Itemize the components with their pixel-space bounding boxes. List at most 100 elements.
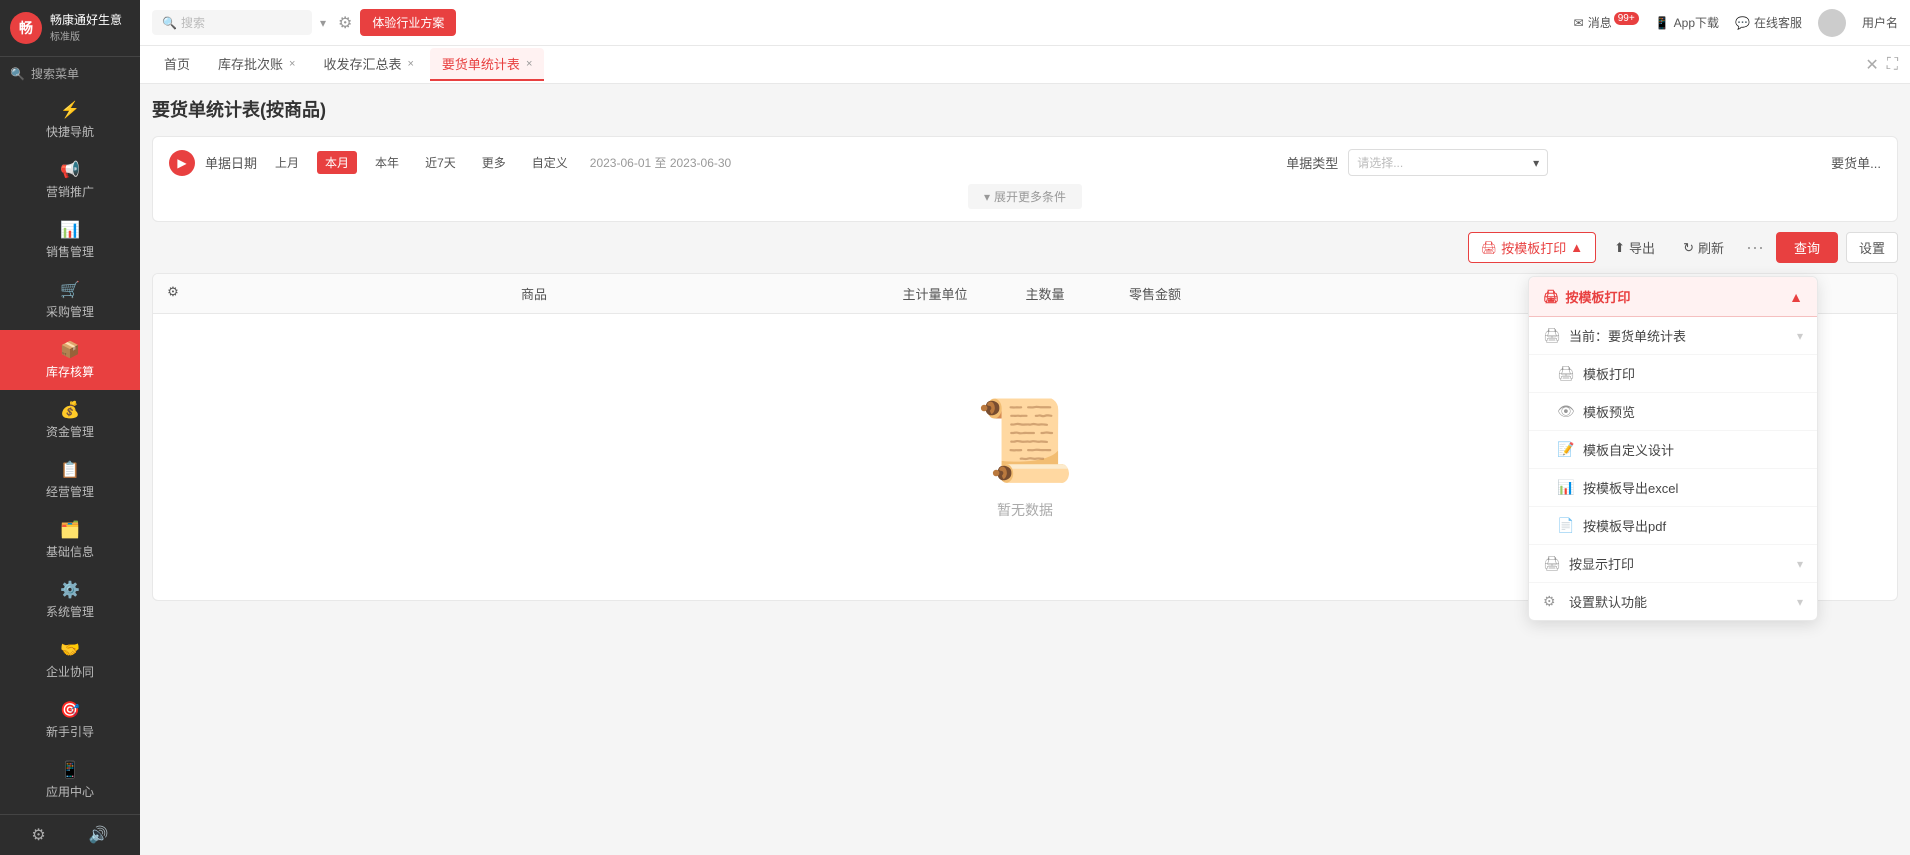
dropdown-close-button[interactable]: ▲ [1789,289,1803,305]
sidebar-item-label: 营销推广 [46,183,94,200]
message-action[interactable]: ✉ 消息 99+ [1574,14,1639,31]
date-btn-this-year[interactable]: 本年 [367,151,407,174]
export-button[interactable]: ⬆ 导出 [1604,233,1665,262]
th-product: 商品 [193,284,875,303]
sidebar-item-marketing[interactable]: 📢 营销推广 [0,150,140,210]
th-settings[interactable]: ⚙ [153,284,193,303]
export-label: 导出 [1629,238,1655,257]
sidebar-item-label: 快捷导航 [46,123,94,140]
sound-icon[interactable]: 🔊 [89,825,109,845]
sidebar-item-sales[interactable]: 📊 销售管理 [0,210,140,270]
dropdown-panel: 🖨 按模板打印 ▲ 🖨 当前：要货单统计表 ▾ 🖨 模板打印 [1528,276,1818,621]
printer-icon: 🖨 [1481,240,1498,256]
message-label: 消息 [1588,14,1612,31]
expand-more-btn[interactable]: ▾ 展开更多条件 [968,184,1082,209]
dropdown-template-export-excel[interactable]: 📊 按模板导出excel [1529,469,1817,507]
online-service-action[interactable]: 💬 在线客服 [1735,14,1802,31]
dropdown-template-design[interactable]: 📝 模板自定义设计 [1529,431,1817,469]
tab-order-stats[interactable]: 要货单统计表 × [430,48,544,81]
date-btn-more[interactable]: 更多 [474,151,514,174]
sidebar-item-purchase[interactable]: 🛒 采购管理 [0,270,140,330]
tab-receivable-summary-close[interactable]: × [407,58,413,70]
sidebar-item-apps[interactable]: 📱 应用中心 [0,750,140,810]
dropdown-current-item[interactable]: 🖨 当前：要货单统计表 ▾ [1529,317,1817,355]
tab-inventory-batch-close[interactable]: × [289,58,295,70]
dropdown-icon[interactable]: ▾ [320,16,326,30]
template-design-label: 模板自定义设计 [1583,440,1674,459]
sidebar-nav: ⚡ 快捷导航 📢 营销推广 📊 销售管理 🛒 采购管理 📦 库存核算 💰 资金管… [0,90,140,814]
tab-inventory-batch-label: 库存批次账 [218,54,283,73]
type-select-placeholder: 请选择... [1357,154,1403,171]
topbar-search[interactable]: 🔍 搜索 [152,10,312,35]
date-btn-last-7[interactable]: 近7天 [417,151,464,174]
select-chevron-icon: ▾ [1533,156,1539,170]
template-print-label: 模板打印 [1583,364,1635,383]
sidebar-search[interactable]: 🔍 搜索菜单 [0,57,140,90]
template-preview-label: 模板预览 [1583,402,1635,421]
date-btn-this-month[interactable]: 本月 [317,151,357,174]
settings-button[interactable]: 设置 [1846,232,1898,263]
tab-inventory-batch[interactable]: 库存批次账 × [206,48,307,81]
tab-maximize-button[interactable]: ⛶ [1887,56,1898,74]
th-unit: 主计量单位 [875,284,995,303]
template-print-icon: 🖨 [1557,365,1575,382]
filter-expand-row: ▾ 展开更多条件 [169,184,1881,209]
dropdown-title: 🖨 按模板打印 [1543,287,1631,306]
print-button[interactable]: 🖨 按模板打印 ▲ [1468,232,1596,263]
refresh-button[interactable]: ↻ 刷新 [1673,233,1734,262]
tab-home[interactable]: 首页 [152,48,202,81]
filter-row-date: ▶ 单据日期 上月 本月 本年 近7天 更多 自定义 2023-06-01 至 … [169,149,1881,176]
set-default-arrow-icon: ▾ [1797,595,1803,609]
date-btn-custom[interactable]: 自定义 [524,151,576,174]
column-settings-icon[interactable]: ⚙ [167,284,179,299]
sidebar-item-inventory[interactable]: 📦 库存核算 [0,330,140,390]
more-button[interactable]: ··· [1742,237,1768,258]
user-avatar[interactable] [1818,9,1846,37]
tab-receivable-summary[interactable]: 收发存汇总表 × [311,48,425,81]
dropdown-header: 🖨 按模板打印 ▲ [1529,277,1817,317]
filter-expand-arrow[interactable]: ▶ [169,150,195,176]
basic-icon: 🗂️ [60,520,80,540]
sidebar-item-operations[interactable]: 📋 经营管理 [0,450,140,510]
trial-button[interactable]: 体验行业方案 [360,9,456,36]
dropdown-display-print[interactable]: 🖨 按显示打印 ▾ [1529,545,1817,583]
tab-order-stats-close[interactable]: × [526,58,532,70]
dropdown-set-default[interactable]: ⚙ 设置默认功能 ▾ [1529,583,1817,620]
settings-icon[interactable]: ⚙ [31,825,45,845]
search-icon: 🔍 [10,67,25,81]
print-icon: 🖨 [1543,289,1560,305]
sidebar-item-cooperation[interactable]: 🤝 企业协同 [0,630,140,690]
download-icon: 📱 [1655,16,1670,30]
online-service-label: 在线客服 [1754,14,1802,31]
sales-icon: 📊 [60,220,80,240]
template-design-icon: 📝 [1557,441,1575,458]
sidebar-item-system[interactable]: ⚙️ 系统管理 [0,570,140,630]
app-badge: 标准版 [50,28,122,43]
sidebar-item-guide[interactable]: 🎯 新手引导 [0,690,140,750]
logo-icon: 畅 [10,12,42,44]
tabs-controls: ✕ ⛶ [1865,55,1898,75]
user-name[interactable]: 用户名 [1862,14,1898,31]
gear-icon[interactable]: ⚙ [338,13,352,33]
dropdown-template-export-pdf[interactable]: 📄 按模板导出pdf [1529,507,1817,545]
type-filter-select[interactable]: 请选择... ▾ [1348,149,1548,176]
sidebar-item-finance[interactable]: 💰 资金管理 [0,390,140,450]
query-button[interactable]: 查询 [1776,232,1838,263]
th-quantity: 主数量 [995,284,1095,303]
date-btn-prev-month[interactable]: 上月 [267,151,307,174]
th-retail-amount: 零售金额 [1095,284,1215,303]
app-download-label: App下载 [1674,14,1719,31]
sidebar-item-basic[interactable]: 🗂️ 基础信息 [0,510,140,570]
template-preview-icon: 👁 [1557,403,1575,420]
tab-close-all-button[interactable]: ✕ [1865,55,1878,75]
system-icon: ⚙️ [60,580,80,600]
page-title: 要货单统计表(按商品) [152,96,1898,122]
dropdown-template-print[interactable]: 🖨 模板打印 [1529,355,1817,393]
print-chevron-icon: ▲ [1570,240,1583,255]
sidebar-item-label: 应用中心 [46,783,94,800]
dropdown-template-preview[interactable]: 👁 模板预览 [1529,393,1817,431]
sidebar-item-quick-nav[interactable]: ⚡ 快捷导航 [0,90,140,150]
arrow-icon: ▶ [177,156,186,170]
app-download-action[interactable]: 📱 App下载 [1655,14,1719,31]
empty-text: 暂无数据 [997,500,1053,520]
